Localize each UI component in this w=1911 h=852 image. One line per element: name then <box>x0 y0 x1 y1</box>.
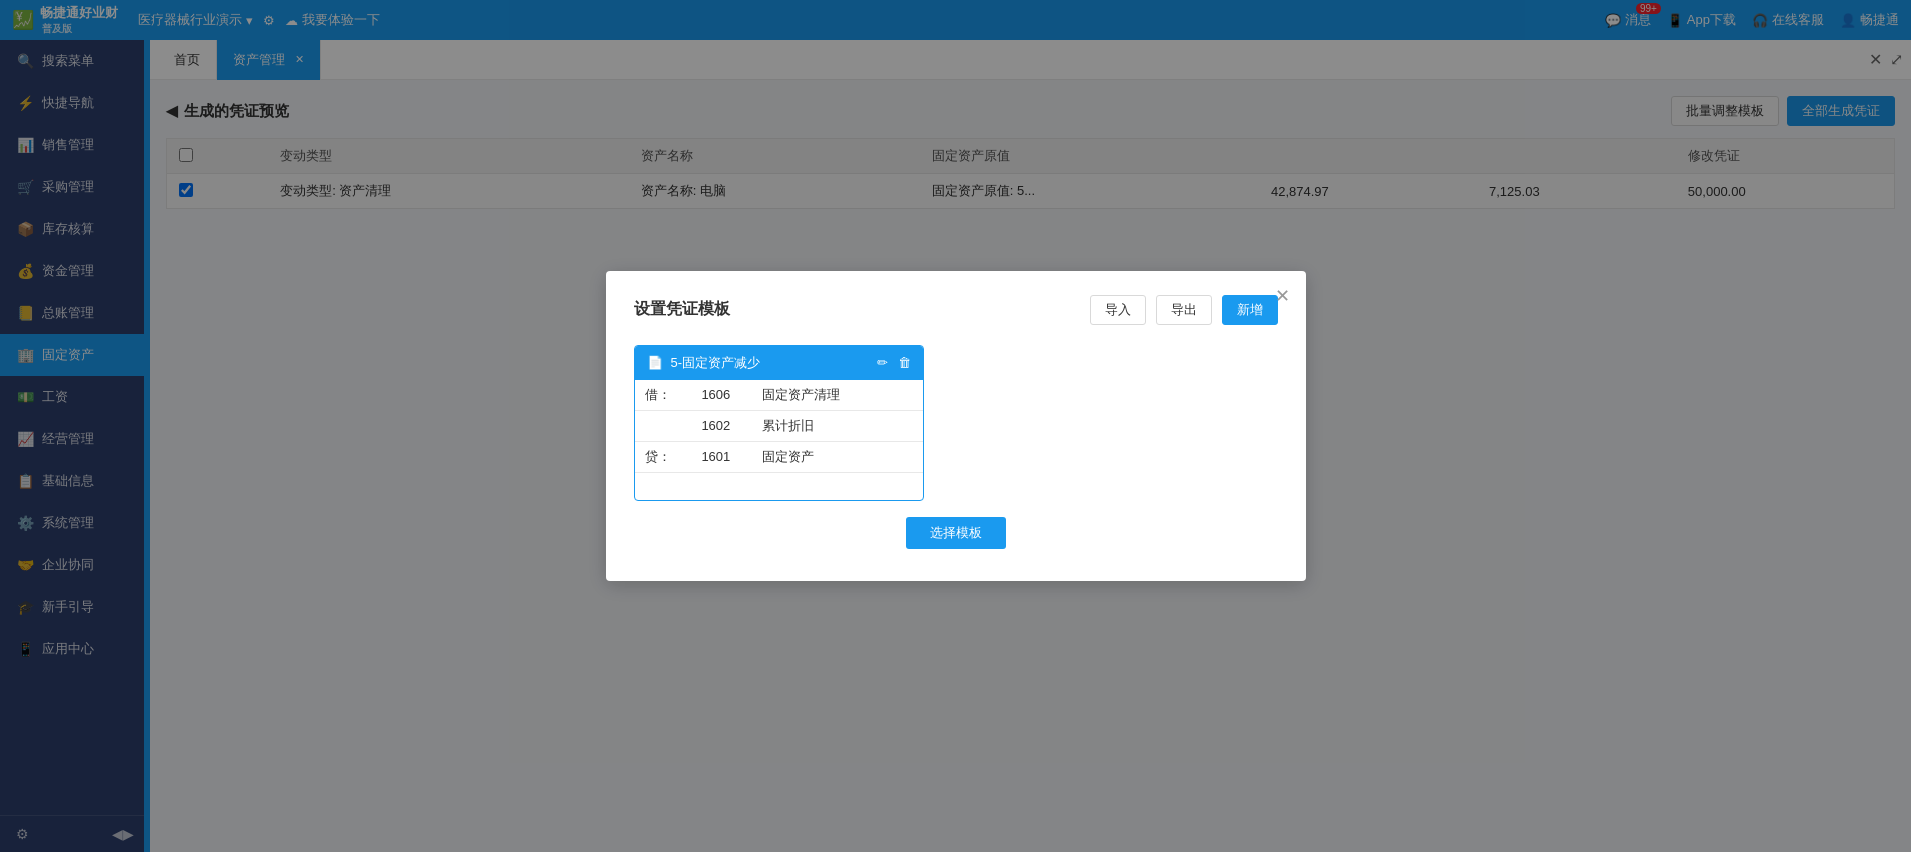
export-btn[interactable]: 导出 <box>1156 295 1212 325</box>
template-card-header-actions: ✏ 🗑 <box>877 355 911 370</box>
template-row: 1602 累计折旧 <box>635 410 923 441</box>
entry-code: 1606 <box>691 380 751 411</box>
edit-icon[interactable]: ✏ <box>877 355 888 370</box>
template-card-body: 借： 1606 固定资产清理 1602 <box>635 380 923 501</box>
modal-header: 设置凭证模板 导入 导出 新增 <box>634 295 1278 325</box>
new-btn[interactable]: 新增 <box>1222 295 1278 325</box>
template-card-header: 📄 5-固定资产减少 ✏ 🗑 <box>635 346 923 380</box>
entry-credit <box>898 380 923 411</box>
entry-code: 1602 <box>691 410 751 441</box>
entry-debit <box>873 410 898 441</box>
entry-direction: 贷： <box>635 441 692 472</box>
entry-account: 固定资产 <box>752 441 873 472</box>
template-card: 📄 5-固定资产减少 ✏ 🗑 借： <box>634 345 924 502</box>
entry-credit <box>898 410 923 441</box>
template-doc-icon: 📄 <box>647 355 663 370</box>
entry-code: 1601 <box>691 441 751 472</box>
select-template-btn[interactable]: 选择模板 <box>906 517 1006 549</box>
template-row: 借： 1606 固定资产清理 <box>635 380 923 411</box>
content-area: 首页 资产管理 ✕ ✕ ⤢ ◀ 生成的凭证预览 <box>150 40 1911 852</box>
modal-close-button[interactable]: ✕ <box>1275 285 1290 307</box>
entry-debit <box>873 380 898 411</box>
template-empty-row <box>635 472 923 500</box>
modal-overlay: 设置凭证模板 导入 导出 新增 ✕ 📄 5-固定资产减少 <box>150 40 1911 852</box>
entry-account: 固定资产清理 <box>752 380 873 411</box>
modal-title: 设置凭证模板 <box>634 299 730 320</box>
modal-header-actions: 导入 导出 新增 <box>1090 295 1278 325</box>
modal: 设置凭证模板 导入 导出 新增 ✕ 📄 5-固定资产减少 <box>606 271 1306 582</box>
entry-direction: 借： <box>635 380 692 411</box>
template-row: 贷： 1601 固定资产 <box>635 441 923 472</box>
entry-debit <box>873 441 898 472</box>
entry-account: 累计折旧 <box>752 410 873 441</box>
entry-credit <box>898 441 923 472</box>
entry-direction <box>635 410 692 441</box>
delete-icon[interactable]: 🗑 <box>898 355 911 370</box>
import-btn[interactable]: 导入 <box>1090 295 1146 325</box>
template-name: 5-固定资产减少 <box>671 354 761 372</box>
template-table: 借： 1606 固定资产清理 1602 <box>635 380 923 501</box>
